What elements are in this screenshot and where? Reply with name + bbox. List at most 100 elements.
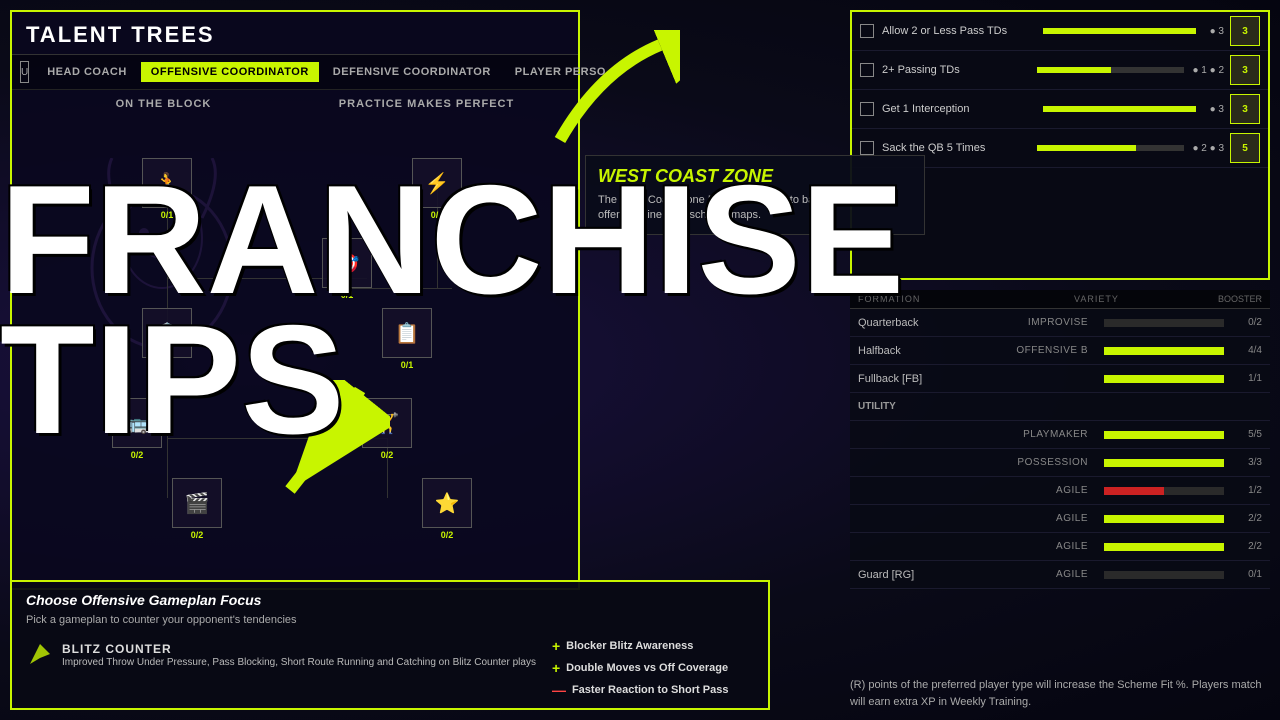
obj-progress-1: ● 1 ● 2 xyxy=(1192,65,1224,76)
obj-checkbox-3[interactable] xyxy=(860,141,874,155)
bonus-icon-1: + xyxy=(552,660,560,676)
player-ratio-8: 2/2 xyxy=(1232,541,1262,552)
player-label-0: IMPROVISE xyxy=(1028,317,1088,328)
obj-text-1: 2+ Passing TDs xyxy=(882,64,1029,76)
panel-title: TALENT TREES xyxy=(26,22,215,47)
player-label-4: PLAYMAKER xyxy=(1023,429,1088,440)
bonus-text-1: Double Moves vs Off Coverage xyxy=(566,662,728,674)
bonus-row-2: — Faster Reaction to Short Pass xyxy=(552,682,729,698)
player-label-7: AGILE xyxy=(1056,513,1088,524)
panel-header: TALENT TREES xyxy=(12,12,578,55)
obj-bar-fill-1 xyxy=(1037,67,1111,73)
player-bar-2 xyxy=(1104,375,1224,383)
right-description: (R) points of the preferred player type … xyxy=(850,677,1270,710)
node-counter-2: 0/1 xyxy=(431,210,444,220)
obj-progress-0: ● 3 xyxy=(1204,26,1224,37)
player-bar-fill-5 xyxy=(1104,459,1224,467)
bonus-row-1: + Double Moves vs Off Coverage xyxy=(552,660,729,676)
player-row-0: Quarterback IMPROVISE 0/2 xyxy=(850,309,1270,337)
player-bar-fill-6 xyxy=(1104,487,1164,495)
node-counter-1: 0/1 xyxy=(161,210,174,220)
obj-progress-3: ● 2 ● 3 xyxy=(1192,143,1224,154)
talent-node-5[interactable]: 🚌 0/2 xyxy=(112,398,162,460)
obj-text-3: Sack the QB 5 Times xyxy=(882,142,1029,154)
player-name-1: Halfback xyxy=(858,345,1016,357)
obj-bar-fill-0 xyxy=(1043,28,1196,34)
node-counter-8: 0/2 xyxy=(191,530,204,540)
section-label: BLITZ COUNTER xyxy=(62,642,536,656)
player-ratio-9: 0/1 xyxy=(1232,569,1262,580)
node-icon-2: ⚡ xyxy=(425,171,450,196)
player-label-1: OFFENSIVE B xyxy=(1016,345,1088,356)
player-name-3: UTILITY xyxy=(858,401,1262,412)
tab-head-coach[interactable]: HEAD COACH xyxy=(37,62,137,82)
node-counter-4: 0/1 xyxy=(401,360,414,370)
obj-row-2: Get 1 Interception ● 3 3 xyxy=(852,90,1268,129)
player-bar-0 xyxy=(1104,319,1224,327)
node-icon-9: ⭐ xyxy=(435,491,460,516)
player-bar-8 xyxy=(1104,543,1224,551)
player-bar-fill-2 xyxy=(1104,375,1224,383)
player-bar-4 xyxy=(1104,431,1224,439)
player-row-9: Guard [RG] AGILE 0/1 xyxy=(850,561,1270,589)
node-counter-3: 0/1 xyxy=(341,290,354,300)
arrow-down-left-icon xyxy=(270,380,390,510)
bonus-icon-0: + xyxy=(552,638,560,654)
tab-offensive-coordinator[interactable]: OFFENSIVE COORDINATOR xyxy=(141,62,319,82)
player-bar-9 xyxy=(1104,571,1224,579)
bonus-text-0: Blocker Blitz Awareness xyxy=(566,640,693,652)
obj-reward-0: 3 xyxy=(1230,16,1260,46)
player-bar-fill-4 xyxy=(1104,431,1224,439)
bonus-row-0: + Blocker Blitz Awareness xyxy=(552,638,729,654)
obj-progress-2: ● 3 xyxy=(1204,104,1224,115)
section-headers: ON THE BLOCK PRACTICE MAKES PERFECT xyxy=(12,90,578,118)
player-label-5: POSSESSION xyxy=(1017,457,1088,468)
obj-reward-3: 5 xyxy=(1230,133,1260,163)
talent-node-3[interactable]: 🎯 0/1 xyxy=(322,238,372,300)
objectives-panel: Allow 2 or Less Pass TDs ● 3 3 2+ Passin… xyxy=(850,10,1270,280)
player-name-9: Guard [RG] xyxy=(858,569,1056,581)
player-row-1: Halfback OFFENSIVE B 4/4 xyxy=(850,337,1270,365)
talent-node-7[interactable]: 🛡️ 0/1 xyxy=(142,308,192,370)
talent-node-9[interactable]: ⭐ 0/2 xyxy=(422,478,472,540)
obj-reward-1: 3 xyxy=(1230,55,1260,85)
player-bar-1 xyxy=(1104,347,1224,355)
obj-checkbox-0[interactable] xyxy=(860,24,874,38)
obj-row-1: 2+ Passing TDs ● 1 ● 2 3 xyxy=(852,51,1268,90)
player-bar-7 xyxy=(1104,515,1224,523)
player-list-panel: FORMATION VARIETY BOOSTER Quarterback IM… xyxy=(850,290,1270,590)
player-row-8: AGILE 2/2 xyxy=(850,533,1270,561)
player-name-0: Quarterback xyxy=(858,317,1028,329)
obj-text-0: Allow 2 or Less Pass TDs xyxy=(882,25,1035,37)
node-icon-1: 🏃 xyxy=(155,171,180,196)
player-label-9: AGILE xyxy=(1056,569,1088,580)
tab-defensive-coordinator[interactable]: DEFENSIVE COORDINATOR xyxy=(323,62,501,82)
node-icon-8: 🎬 xyxy=(185,491,210,516)
talent-node-8[interactable]: 🎬 0/2 xyxy=(172,478,222,540)
obj-bar-3 xyxy=(1037,145,1184,151)
node-counter-9: 0/2 xyxy=(441,530,454,540)
obj-row-0: Allow 2 or Less Pass TDs ● 3 3 xyxy=(852,12,1268,51)
node-icon-3: 🎯 xyxy=(335,251,360,276)
player-ratio-7: 2/2 xyxy=(1232,513,1262,524)
player-label-6: AGILE xyxy=(1056,485,1088,496)
tab-icon: U xyxy=(20,61,29,83)
obj-bar-1 xyxy=(1037,67,1184,73)
player-ratio-1: 4/4 xyxy=(1232,345,1262,356)
connector-v5 xyxy=(167,428,168,498)
node-icon-5: 🚌 xyxy=(125,411,150,436)
talent-node-4[interactable]: 📋 0/1 xyxy=(382,308,432,370)
arrow-up-right-icon xyxy=(540,30,680,150)
obj-checkbox-2[interactable] xyxy=(860,102,874,116)
player-ratio-2: 1/1 xyxy=(1232,373,1262,384)
player-row-3: UTILITY xyxy=(850,393,1270,421)
player-row-6: AGILE 1/2 xyxy=(850,477,1270,505)
talent-node-2[interactable]: ⚡ 0/1 xyxy=(412,158,462,220)
player-row-7: AGILE 2/2 xyxy=(850,505,1270,533)
player-bar-6 xyxy=(1104,487,1224,495)
player-bar-fill-7 xyxy=(1104,515,1224,523)
obj-bar-fill-2 xyxy=(1043,106,1196,112)
obj-checkbox-1[interactable] xyxy=(860,63,874,77)
talent-node-1[interactable]: 🏃 0/1 xyxy=(142,158,192,220)
player-ratio-5: 3/3 xyxy=(1232,457,1262,468)
